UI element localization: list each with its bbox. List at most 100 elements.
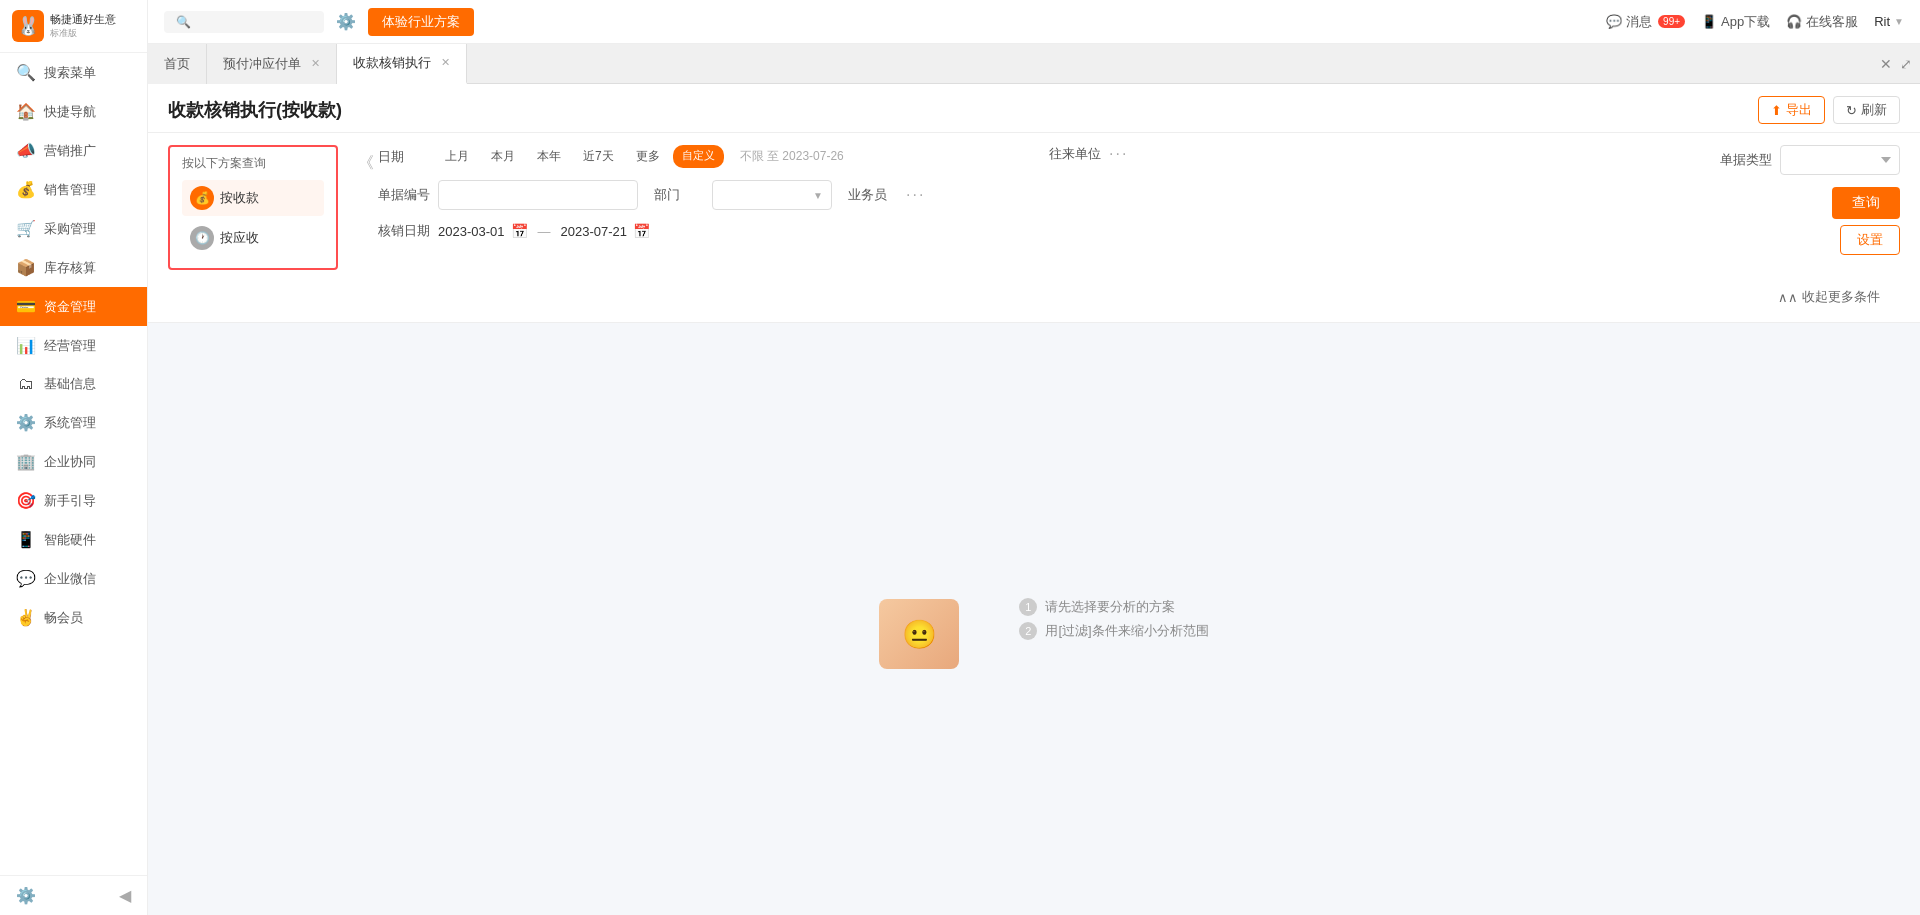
sidebar-item-sales[interactable]: 💰 销售管理 (0, 170, 147, 209)
wechat-icon: 💬 (16, 569, 36, 588)
sidebar-item-label: 新手引导 (44, 492, 96, 510)
receipt-icon: 💰 (190, 186, 214, 210)
verify-date-range: 2023-03-01 📅 — 2023-07-21 📅 (438, 223, 650, 239)
filter-options-panel: 按以下方案查询 💰 按收款 🕐 按应收 (168, 145, 338, 270)
tabs-bar: 首页 预付冲应付单 ✕ 收款核销执行 ✕ ✕ ⤢ (148, 44, 1920, 84)
sidebar-item-label: 基础信息 (44, 375, 96, 393)
sidebar-item-hardware[interactable]: 📱 智能硬件 (0, 520, 147, 559)
sidebar-item-enterprise[interactable]: 🏢 企业协同 (0, 442, 147, 481)
industry-solution-button[interactable]: 体验行业方案 (368, 8, 474, 36)
online-service-label: 在线客服 (1806, 13, 1858, 31)
filter-by-receivable[interactable]: 🕐 按应收 (182, 220, 324, 256)
app-download-item[interactable]: 📱 App下载 (1701, 13, 1770, 31)
topbar-right: 💬 消息 99+ 📱 App下载 🎧 在线客服 Rit ▼ (1606, 13, 1904, 31)
staff-dots[interactable]: ··· (906, 186, 925, 204)
refresh-button[interactable]: ↻ 刷新 (1833, 96, 1900, 124)
enterprise-icon: 🏢 (16, 452, 36, 471)
calendar-start-icon[interactable]: 📅 (511, 223, 528, 239)
sidebar-item-quick-nav[interactable]: 🏠 快捷导航 (0, 92, 147, 131)
calendar-end-icon[interactable]: 📅 (633, 223, 650, 239)
sidebar-settings-icon[interactable]: ⚙️ (16, 886, 36, 905)
date-btn-last-month[interactable]: 上月 (436, 145, 478, 168)
online-service-item[interactable]: 🎧 在线客服 (1786, 13, 1858, 31)
sidebar-logo: 🐰 畅捷通好生意 标准版 (0, 0, 147, 53)
guide-icon: 🎯 (16, 491, 36, 510)
close-tab-icon[interactable]: ✕ (1880, 56, 1892, 72)
filter-panel-title: 按以下方案查询 (182, 155, 324, 172)
user-item[interactable]: Rit ▼ (1874, 14, 1904, 29)
inventory-icon: 📦 (16, 258, 36, 277)
filter-by-receipt[interactable]: 💰 按收款 (182, 180, 324, 216)
sidebar-item-label: 系统管理 (44, 414, 96, 432)
page-area: 收款核销执行(按收款) ⬆ 导出 ↻ 刷新 按以下方案查询 (148, 84, 1920, 915)
verifydate-label: 核销日期 (378, 222, 430, 240)
date-buttons: 上月 本月 本年 近7天 更多 自定义 (436, 145, 724, 168)
expand-tab-icon[interactable]: ⤢ (1900, 56, 1912, 72)
sidebar-item-wechat[interactable]: 💬 企业微信 (0, 559, 147, 598)
counterpart-label: 往来单位 (1049, 145, 1101, 163)
sidebar-footer: ⚙️ ◀ (0, 875, 147, 915)
step-1-num: 1 (1019, 598, 1037, 616)
filter-row-counterpart: 往来单位 ··· (1049, 145, 1704, 163)
topbar-search-box[interactable]: 🔍 (164, 11, 324, 33)
filter-counterpart-field: 往来单位 ··· (1049, 145, 1128, 163)
tab-prepay[interactable]: 预付冲应付单 ✕ (207, 44, 337, 84)
verify-end-date: 2023-07-21 (561, 224, 628, 239)
date-range-dash: — (538, 224, 551, 239)
dept-select[interactable]: ▼ (712, 180, 832, 210)
sidebar-item-vip[interactable]: ✌️ 畅会员 (0, 598, 147, 637)
sidebar-item-search[interactable]: 🔍 搜索菜单 (0, 53, 147, 92)
tab-close-collection[interactable]: ✕ (441, 56, 450, 69)
verify-start-date: 2023-03-01 (438, 224, 505, 239)
sidebar: 🐰 畅捷通好生意 标准版 🔍 搜索菜单 🏠 快捷导航 📣 营销推广 💰 销售管理… (0, 0, 148, 915)
sidebar-item-funds[interactable]: 💳 资金管理 (0, 287, 147, 326)
tabs-actions: ✕ ⤢ (1880, 56, 1920, 72)
billno-input[interactable] (438, 180, 638, 210)
sidebar-item-label: 快捷导航 (44, 103, 96, 121)
sidebar-item-system[interactable]: ⚙️ 系统管理 (0, 403, 147, 442)
sidebar-item-guide[interactable]: 🎯 新手引导 (0, 481, 147, 520)
date-btn-custom[interactable]: 自定义 (673, 145, 724, 168)
tab-close-prepay[interactable]: ✕ (311, 57, 320, 70)
filter-row-verifydate: 核销日期 2023-03-01 📅 — 2023-07-21 📅 (378, 222, 1033, 240)
billtype-select[interactable] (1780, 145, 1900, 175)
date-btn-more[interactable]: 更多 (627, 145, 669, 168)
tab-collection[interactable]: 收款核销执行 ✕ (337, 44, 467, 84)
chevron-down-icon: ▼ (1894, 16, 1904, 27)
empty-step-2: 2 用[过滤]条件来缩小分析范围 (1019, 622, 1208, 640)
date-btn-this-year[interactable]: 本年 (528, 145, 570, 168)
tab-home[interactable]: 首页 (148, 44, 207, 84)
settings-icon-topbar[interactable]: ⚙️ (336, 12, 356, 31)
collapse-more-button[interactable]: ∧∧ 收起更多条件 (1778, 282, 1900, 314)
date-btn-7days[interactable]: 近7天 (574, 145, 623, 168)
filter-billno-field: 单据编号 (378, 180, 638, 210)
sidebar-item-label: 经营管理 (44, 337, 96, 355)
tab-prepay-label: 预付冲应付单 (223, 55, 301, 73)
page-title: 收款核销执行(按收款) (168, 98, 342, 122)
sidebar-item-inventory[interactable]: 📦 库存核算 (0, 248, 147, 287)
sidebar-item-label: 搜索菜单 (44, 64, 96, 82)
sidebar-item-basic[interactable]: 🗂 基础信息 (0, 365, 147, 403)
filter-settings-button[interactable]: 设置 (1840, 225, 1900, 255)
date-btn-this-month[interactable]: 本月 (482, 145, 524, 168)
headset-icon: 🎧 (1786, 14, 1802, 29)
filter-collapse-button[interactable]: 《 (358, 145, 378, 270)
billno-label: 单据编号 (378, 186, 430, 204)
query-button[interactable]: 查询 (1832, 187, 1900, 219)
sidebar-item-marketing[interactable]: 📣 营销推广 (0, 131, 147, 170)
filter-area: 按以下方案查询 💰 按收款 🕐 按应收 《 (148, 133, 1920, 278)
message-item[interactable]: 💬 消息 99+ (1606, 13, 1685, 31)
sidebar-item-purchase[interactable]: 🛒 采购管理 (0, 209, 147, 248)
sidebar-item-business[interactable]: 📊 经营管理 (0, 326, 147, 365)
sidebar-collapse-icon[interactable]: ◀ (119, 886, 131, 905)
message-badge: 99+ (1658, 15, 1685, 28)
counterpart-dots[interactable]: ··· (1109, 145, 1128, 163)
sidebar-item-label: 销售管理 (44, 181, 96, 199)
export-button[interactable]: ⬆ 导出 (1758, 96, 1825, 124)
marketing-icon: 📣 (16, 141, 36, 160)
filter-row-billno: 单据编号 部门 ▼ 业务员 (378, 180, 1033, 210)
collapse-more-label: 收起更多条件 (1802, 288, 1880, 306)
sidebar-item-label: 智能硬件 (44, 531, 96, 549)
sidebar-item-label: 畅会员 (44, 609, 83, 627)
basic-icon: 🗂 (16, 375, 36, 393)
